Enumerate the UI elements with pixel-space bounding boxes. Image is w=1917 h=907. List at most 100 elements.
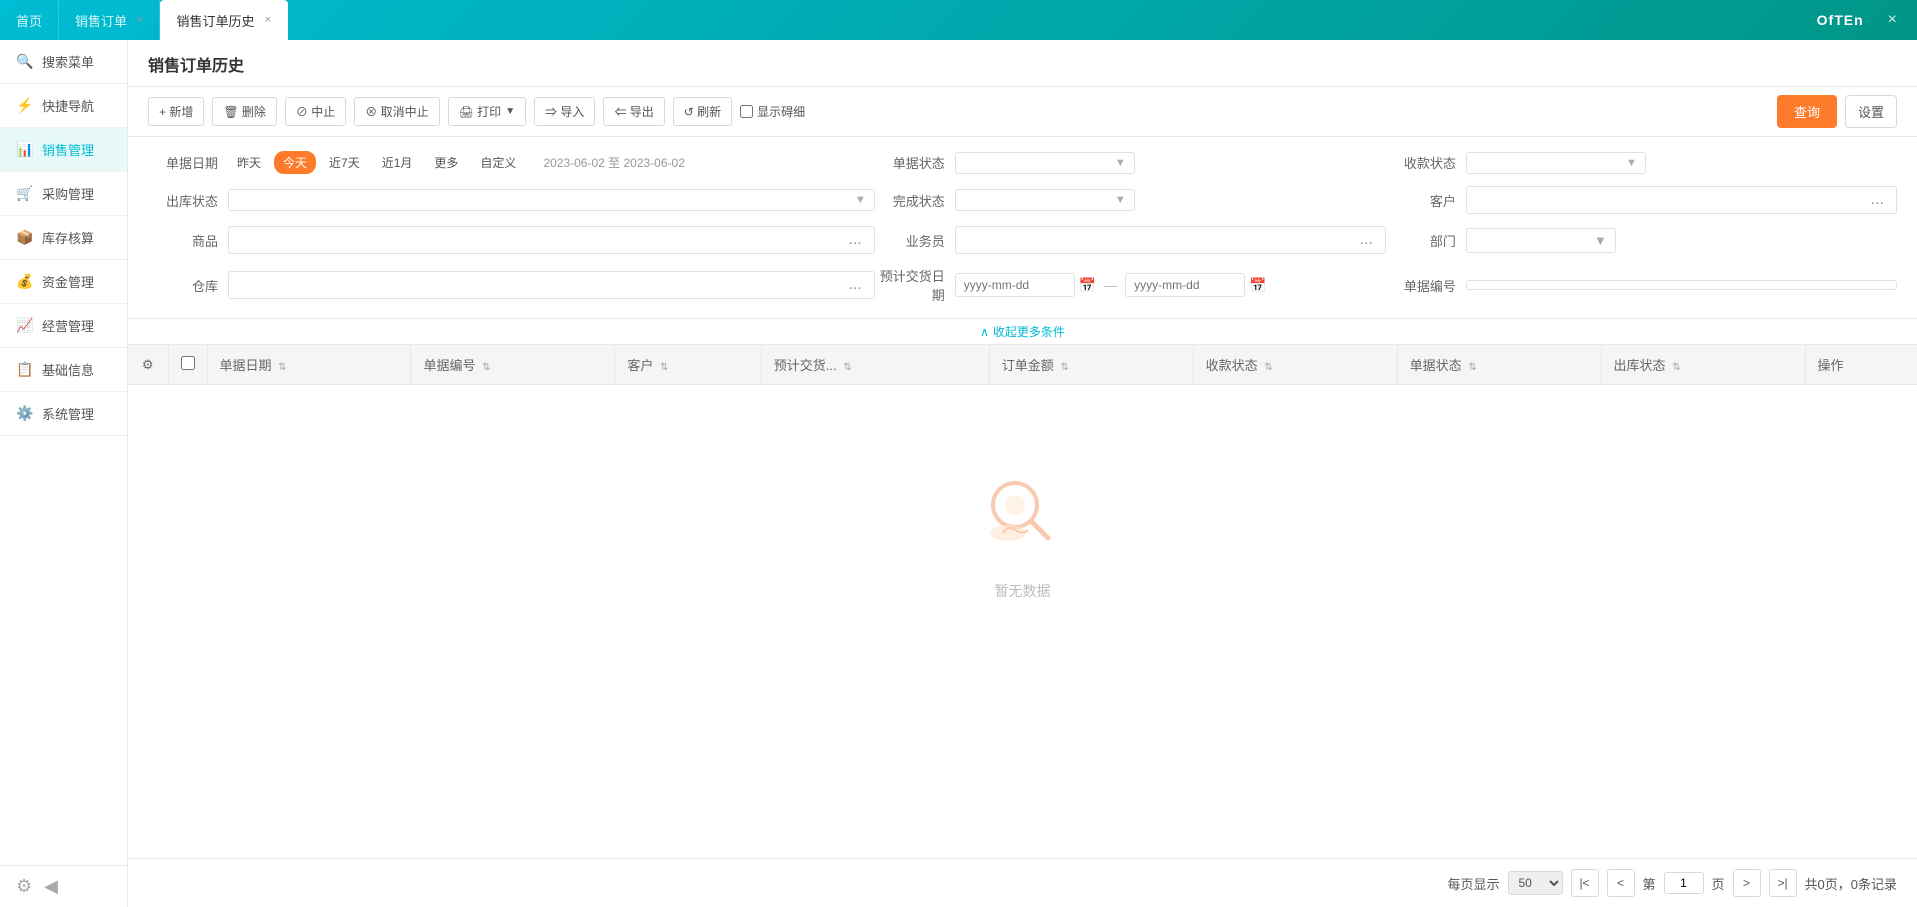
page-size-select[interactable]: 20 50 100: [1508, 871, 1563, 895]
import-button[interactable]: ⇒ 导入: [534, 97, 595, 126]
tab-sales-order-history-close[interactable]: ×: [264, 14, 270, 26]
sidebar-item-search-menu-label: 搜索菜单: [42, 52, 94, 71]
th-voucher-no-label: 单据编号: [423, 358, 475, 373]
department-value: ▼: [1466, 228, 1897, 253]
sidebar-item-quick-nav[interactable]: ⚡ 快捷导航: [0, 84, 127, 128]
tab-sales-order-label: 销售订单: [75, 11, 127, 30]
th-checkbox[interactable]: [168, 345, 207, 385]
sort-order-amount-icon: ⇅: [1060, 362, 1068, 373]
product-input[interactable]: ...: [228, 226, 875, 254]
tab-sales-order[interactable]: 销售订单 ×: [59, 0, 160, 40]
delivery-date-end[interactable]: [1125, 273, 1245, 297]
outbound-status-label: 出库状态: [148, 191, 228, 210]
outbound-status-select[interactable]: ▼: [228, 189, 875, 211]
page-number-input[interactable]: [1664, 872, 1704, 894]
last-page-btn[interactable]: >|: [1769, 869, 1797, 897]
th-gear[interactable]: ⚙: [128, 345, 168, 385]
customer-label: 客户: [1386, 191, 1466, 210]
delivery-date-label: 预计交货日期: [875, 266, 955, 304]
sidebar-item-inventory[interactable]: 📦 库存核算: [0, 216, 127, 260]
calendar-start-icon[interactable]: 📅: [1079, 277, 1096, 294]
gear-icon[interactable]: ⚙: [142, 357, 154, 372]
first-page-btn[interactable]: |<: [1571, 869, 1599, 897]
th-outbound-status[interactable]: 出库状态 ⇅: [1601, 345, 1805, 385]
date-btn-yesterday[interactable]: 昨天: [228, 151, 270, 174]
sidebar-item-basic-info[interactable]: 📋 基础信息: [0, 348, 127, 392]
empty-text: 暂无数据: [995, 581, 1051, 601]
sidebar-item-sales-mgmt[interactable]: 📊 销售管理: [0, 128, 127, 172]
prev-page-btn[interactable]: <: [1607, 869, 1635, 897]
tab-home[interactable]: 首页: [0, 0, 59, 40]
date-btn-custom[interactable]: 自定义: [471, 151, 525, 174]
date-btn-7days[interactable]: 近7天: [320, 151, 369, 174]
th-voucher-no[interactable]: 单据编号 ⇅: [411, 345, 615, 385]
th-order-amount[interactable]: 订单金额 ⇅: [989, 345, 1193, 385]
date-btn-more[interactable]: 更多: [425, 151, 467, 174]
sidebar-settings-icon[interactable]: ⚙: [16, 876, 32, 897]
delete-button[interactable]: 🗑 删除: [212, 97, 277, 126]
th-order-amount-label: 订单金额: [1002, 358, 1054, 373]
next-page-btn[interactable]: >: [1733, 869, 1761, 897]
voucher-status-select[interactable]: ▼: [955, 152, 1135, 174]
salesperson-dots[interactable]: ...: [1356, 231, 1377, 249]
complete-status-arrow-icon: ▼: [1115, 194, 1126, 206]
customer-dots[interactable]: ...: [1867, 191, 1888, 209]
date-btn-today[interactable]: 今天: [274, 151, 316, 174]
complete-status-select[interactable]: ▼: [955, 189, 1135, 211]
department-select[interactable]: ▼: [1466, 228, 1616, 253]
export-button[interactable]: ⇐ 导出: [603, 97, 664, 126]
outbound-status-arrow-icon: ▼: [855, 194, 866, 206]
new-button[interactable]: + 新增: [148, 97, 204, 126]
collapse-bar[interactable]: ∧ 收起更多条件: [128, 319, 1917, 345]
sidebar-item-operations[interactable]: 📈 经营管理: [0, 304, 127, 348]
sidebar-item-purchase-mgmt-label: 采购管理: [42, 184, 94, 203]
cancel-stop-button[interactable]: ⊗ 取消中止: [354, 97, 439, 126]
sidebar-collapse-icon[interactable]: ◀: [44, 876, 58, 897]
top-bar: 首页 销售订单 × 销售订单历史 × OfTEn ×: [0, 0, 1917, 40]
warehouse-value: ...: [228, 271, 875, 299]
window-close-btn[interactable]: ×: [1880, 11, 1905, 29]
refresh-button[interactable]: ↺ 刷新: [673, 97, 732, 126]
table-header-row: ⚙ 单据日期 ⇅ 单据编号 ⇅: [128, 345, 1917, 385]
voucher-no-input[interactable]: [1466, 280, 1897, 290]
sidebar-item-search-menu[interactable]: 🔍 搜索菜单: [0, 40, 127, 84]
filter-row-4: 仓库 ... 预计交货日期 📅 — 📅 单据编号: [148, 266, 1897, 304]
stop-button[interactable]: ⊘ 中止: [285, 97, 346, 126]
outbound-status-value: ▼: [228, 189, 875, 211]
inventory-icon: 📦: [16, 229, 34, 247]
customer-input[interactable]: ...: [1466, 186, 1897, 214]
tab-home-label: 首页: [16, 11, 42, 30]
th-expected-delivery[interactable]: 预计交货... ⇅: [761, 345, 989, 385]
sidebar-item-operations-label: 经营管理: [42, 316, 94, 335]
tab-sales-order-history[interactable]: 销售订单历史 ×: [160, 0, 287, 40]
select-all-checkbox[interactable]: [181, 356, 195, 370]
receipt-status-select[interactable]: ▼: [1466, 152, 1646, 174]
sort-voucher-status-icon: ⇅: [1468, 362, 1476, 373]
table-area: ⚙ 单据日期 ⇅ 单据编号 ⇅: [128, 345, 1917, 858]
date-btn-1month[interactable]: 近1月: [373, 151, 422, 174]
th-receipt-status[interactable]: 收款状态 ⇅: [1193, 345, 1397, 385]
quick-nav-icon: ⚡: [16, 97, 34, 115]
tab-sales-order-history-label: 销售订单历史: [176, 11, 254, 30]
query-button[interactable]: 查询: [1777, 95, 1837, 128]
display-detail-checkbox[interactable]: [740, 105, 753, 118]
salesperson-input[interactable]: ...: [955, 226, 1386, 254]
th-customer[interactable]: 客户 ⇅: [615, 345, 761, 385]
tab-sales-order-close[interactable]: ×: [137, 14, 143, 26]
sidebar-item-finance[interactable]: 💰 资金管理: [0, 260, 127, 304]
sidebar-item-system[interactable]: ⚙️ 系统管理: [0, 392, 127, 436]
display-detail-label[interactable]: 显示碍细: [740, 103, 805, 120]
setting-button[interactable]: 设置: [1845, 95, 1897, 128]
collapse-up-icon: ∧: [980, 325, 989, 339]
th-voucher-date[interactable]: 单据日期 ⇅: [207, 345, 411, 385]
th-voucher-status[interactable]: 单据状态 ⇅: [1397, 345, 1601, 385]
print-button[interactable]: 🖨 打印 ▼: [448, 97, 526, 126]
delivery-date-start[interactable]: [955, 273, 1075, 297]
warehouse-dots[interactable]: ...: [844, 276, 865, 294]
sidebar-item-purchase-mgmt[interactable]: 🛒 采购管理: [0, 172, 127, 216]
page-label-pre: 第: [1643, 874, 1656, 893]
calendar-end-icon[interactable]: 📅: [1249, 277, 1266, 294]
product-dots[interactable]: ...: [844, 231, 865, 249]
page-header: 销售订单历史: [128, 40, 1917, 87]
warehouse-input[interactable]: ...: [228, 271, 875, 299]
